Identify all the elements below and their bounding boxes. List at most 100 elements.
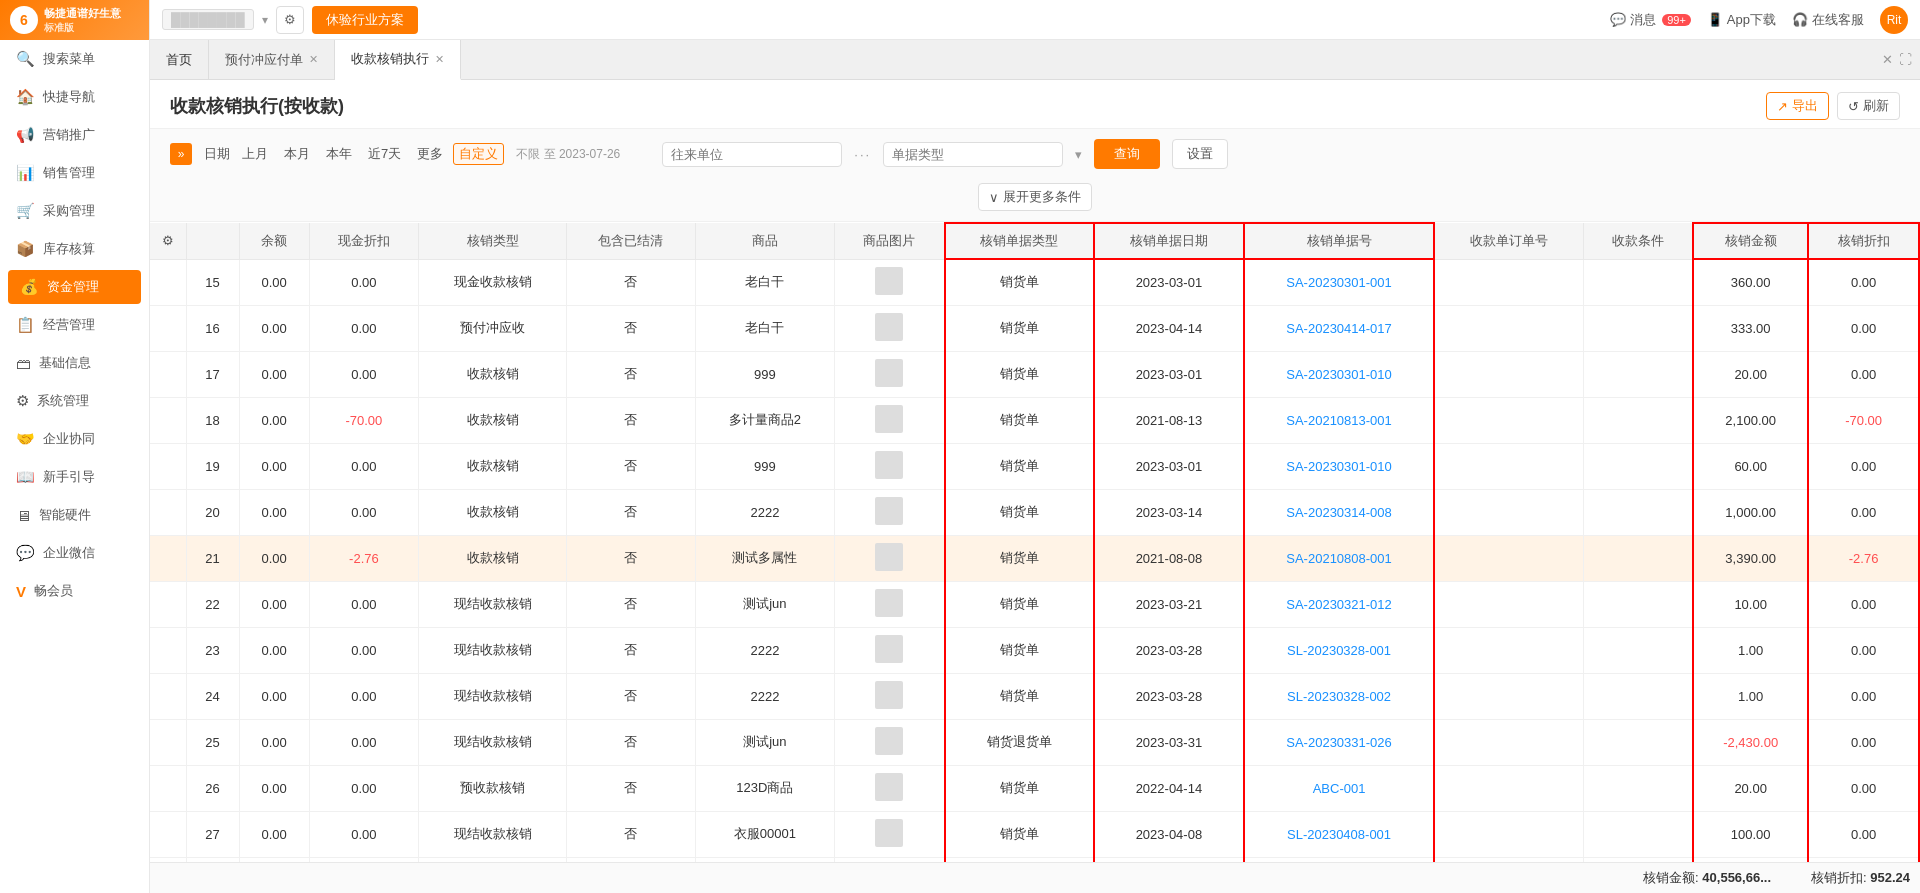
cell-cancel-bill-date: 2023-03-01 [1094,351,1244,397]
cell-cash-discount: 0.00 [309,259,418,305]
sidebar-item-finance[interactable]: 💰 资金管理 [8,270,141,304]
cell-cancel-type: 收款核销 [419,489,567,535]
cell-cancel-bill-no[interactable]: SA-20230321-012 [1244,581,1435,627]
collapse-button[interactable]: » [170,143,192,165]
page-header: 收款核销执行(按收款) ↗ 导出 ↺ 刷新 [150,80,1920,129]
tab-home[interactable]: 首页 [150,40,209,79]
sidebar-item-search[interactable]: 🔍 搜索菜单 [0,40,149,78]
date-this-year[interactable]: 本年 [320,143,358,165]
tab-collection[interactable]: 收款核销执行 ✕ [335,40,461,80]
basic-icon: 🗃 [16,355,31,372]
cell-rownum: 21 [186,535,239,581]
cell-cancel-type: 现结收款核销 [419,581,567,627]
settings-button[interactable]: ⚙ [276,6,304,34]
col-collection-condition: 收款条件 [1583,223,1693,259]
date-curr-month[interactable]: 本月 [278,143,316,165]
mobile-icon: 📱 [1707,12,1723,27]
app-download-button[interactable]: 📱 App下载 [1707,11,1776,29]
cell-cancel-amount: 1.00 [1693,627,1808,673]
date-7days[interactable]: 近7天 [362,143,407,165]
query-button[interactable]: 查询 [1094,139,1160,169]
cell-cancel-bill-no[interactable]: SL-20230328-002 [1244,673,1435,719]
tab-collection-close[interactable]: ✕ [435,53,444,66]
top-bar: ████████ ▾ ⚙ 休验行业方案 💬 消息 99+ 📱 App下载 🎧 在… [150,0,1920,40]
cell-goods-image [835,397,945,443]
col-settings[interactable]: ⚙ [150,223,186,259]
sidebar-item-guide[interactable]: 📖 新手引导 [0,458,149,496]
logo-icon: 6 [10,6,38,34]
logo-text: 畅捷通谱好生意 标准版 [44,6,121,33]
table-container[interactable]: ⚙ 余额 现金折扣 核销类型 包含已结清 商品 商品图片 核销单据类型 核销单据… [150,222,1920,862]
cell-cancel-bill-no[interactable]: SA-20230301-010 [1244,443,1435,489]
messages-button[interactable]: 💬 消息 99+ [1610,11,1691,29]
cell-cancel-bill-no[interactable]: SA-20210808-001 [1244,535,1435,581]
company-name[interactable]: ████████ [162,9,254,30]
setting-button[interactable]: 设置 [1172,139,1228,169]
sidebar-item-basic[interactable]: 🗃 基础信息 [0,344,149,382]
sidebar-item-enterprise[interactable]: 🤝 企业协同 [0,420,149,458]
cell-goods-image [835,489,945,535]
cell-collection-condition [1583,259,1693,305]
cell-cancel-bill-no[interactable]: SL-20230408-001 [1244,811,1435,857]
bill-type-input[interactable] [883,142,1063,167]
sidebar-item-quicknav[interactable]: 🏠 快捷导航 [0,78,149,116]
sidebar-item-wechat[interactable]: 💬 企业微信 [0,534,149,572]
sidebar-item-operation[interactable]: 📋 经营管理 [0,306,149,344]
cell-cancel-discount: 0.00 [1808,351,1919,397]
cell-cancel-bill-no[interactable]: SA-20230414-017 [1244,305,1435,351]
cell-cancel-bill-no[interactable]: SL-20230328-001 [1244,627,1435,673]
cell-cancel-bill-date: 2023-04-14 [1094,305,1244,351]
cell-cancel-amount: -2,430.00 [1693,719,1808,765]
cell-cancel-bill-no[interactable]: SA-20230314-008 [1244,489,1435,535]
cell-cash-discount: 0.00 [309,719,418,765]
industry-button[interactable]: 休验行业方案 [312,6,418,34]
sidebar-item-marketing[interactable]: 📢 营销推广 [0,116,149,154]
cell-settings [150,535,186,581]
cell-cancel-amount: 20.00 [1693,351,1808,397]
cell-collection-order-no [1434,719,1583,765]
cell-cancel-bill-no[interactable]: SA-20230301-001 [1244,259,1435,305]
tab-bar-actions: ✕ ⛶ [1874,40,1920,79]
cell-balance: 0.00 [239,719,309,765]
cell-cancel-bill-type: 销货单 [945,305,1095,351]
tab-prepay[interactable]: 预付冲应付单 ✕ [209,40,335,79]
cell-balance: 0.00 [239,443,309,489]
expand-more-button[interactable]: ∨ 展开更多条件 [978,183,1092,211]
cell-collection-condition [1583,627,1693,673]
page-title: 收款核销执行(按收款) [170,94,344,118]
sidebar-item-inventory[interactable]: 📦 库存核算 [0,230,149,268]
online-service-button[interactable]: 🎧 在线客服 [1792,11,1864,29]
col-cancel-bill-no: 核销单据号 [1244,223,1435,259]
cell-included-settled: 否 [567,811,696,857]
cell-cancel-bill-no[interactable]: SA-20230301-010 [1244,351,1435,397]
footer-cancel-discount: 核销折扣: 952.24 [1811,869,1910,887]
close-tab-icon[interactable]: ✕ [1882,52,1893,67]
fullscreen-icon[interactable]: ⛶ [1899,52,1912,67]
cell-cancel-bill-no[interactable]: ABC-001 [1244,765,1435,811]
cell-collection-order-no [1434,351,1583,397]
footer-cancel-amount: 核销金额: 40,556,66... [1643,869,1771,887]
tab-prepay-close[interactable]: ✕ [309,53,318,66]
date-more[interactable]: 更多 [411,143,449,165]
sidebar-item-purchase[interactable]: 🛒 采购管理 [0,192,149,230]
date-custom[interactable]: 自定义 [453,143,504,165]
cell-cancel-discount: 0.00 [1808,581,1919,627]
cell-cancel-bill-type: 销货单 [945,489,1095,535]
date-prev-month[interactable]: 上月 [236,143,274,165]
cell-cash-discount: -2.76 [309,535,418,581]
sidebar-item-system[interactable]: ⚙ 系统管理 [0,382,149,420]
messages-badge: 99+ [1662,14,1691,26]
sidebar-item-member[interactable]: V 畅会员 [0,572,149,610]
export-button[interactable]: ↗ 导出 [1766,92,1829,120]
user-avatar[interactable]: Rit [1880,6,1908,34]
chevron-down-icon[interactable]: ▾ [262,13,268,27]
refresh-button[interactable]: ↺ 刷新 [1837,92,1900,120]
partner-input[interactable] [662,142,842,167]
cell-cancel-bill-date: 2023-03-31 [1094,719,1244,765]
cell-cancel-bill-no[interactable]: SA-20210813-001 [1244,397,1435,443]
sidebar-item-sales[interactable]: 📊 销售管理 [0,154,149,192]
cell-cancel-bill-no[interactable]: SA-20230331-026 [1244,719,1435,765]
sidebar-item-hardware[interactable]: 🖥 智能硬件 [0,496,149,534]
bill-type-dropdown-icon[interactable]: ▾ [1075,147,1082,162]
col-cancel-bill-type: 核销单据类型 [945,223,1095,259]
